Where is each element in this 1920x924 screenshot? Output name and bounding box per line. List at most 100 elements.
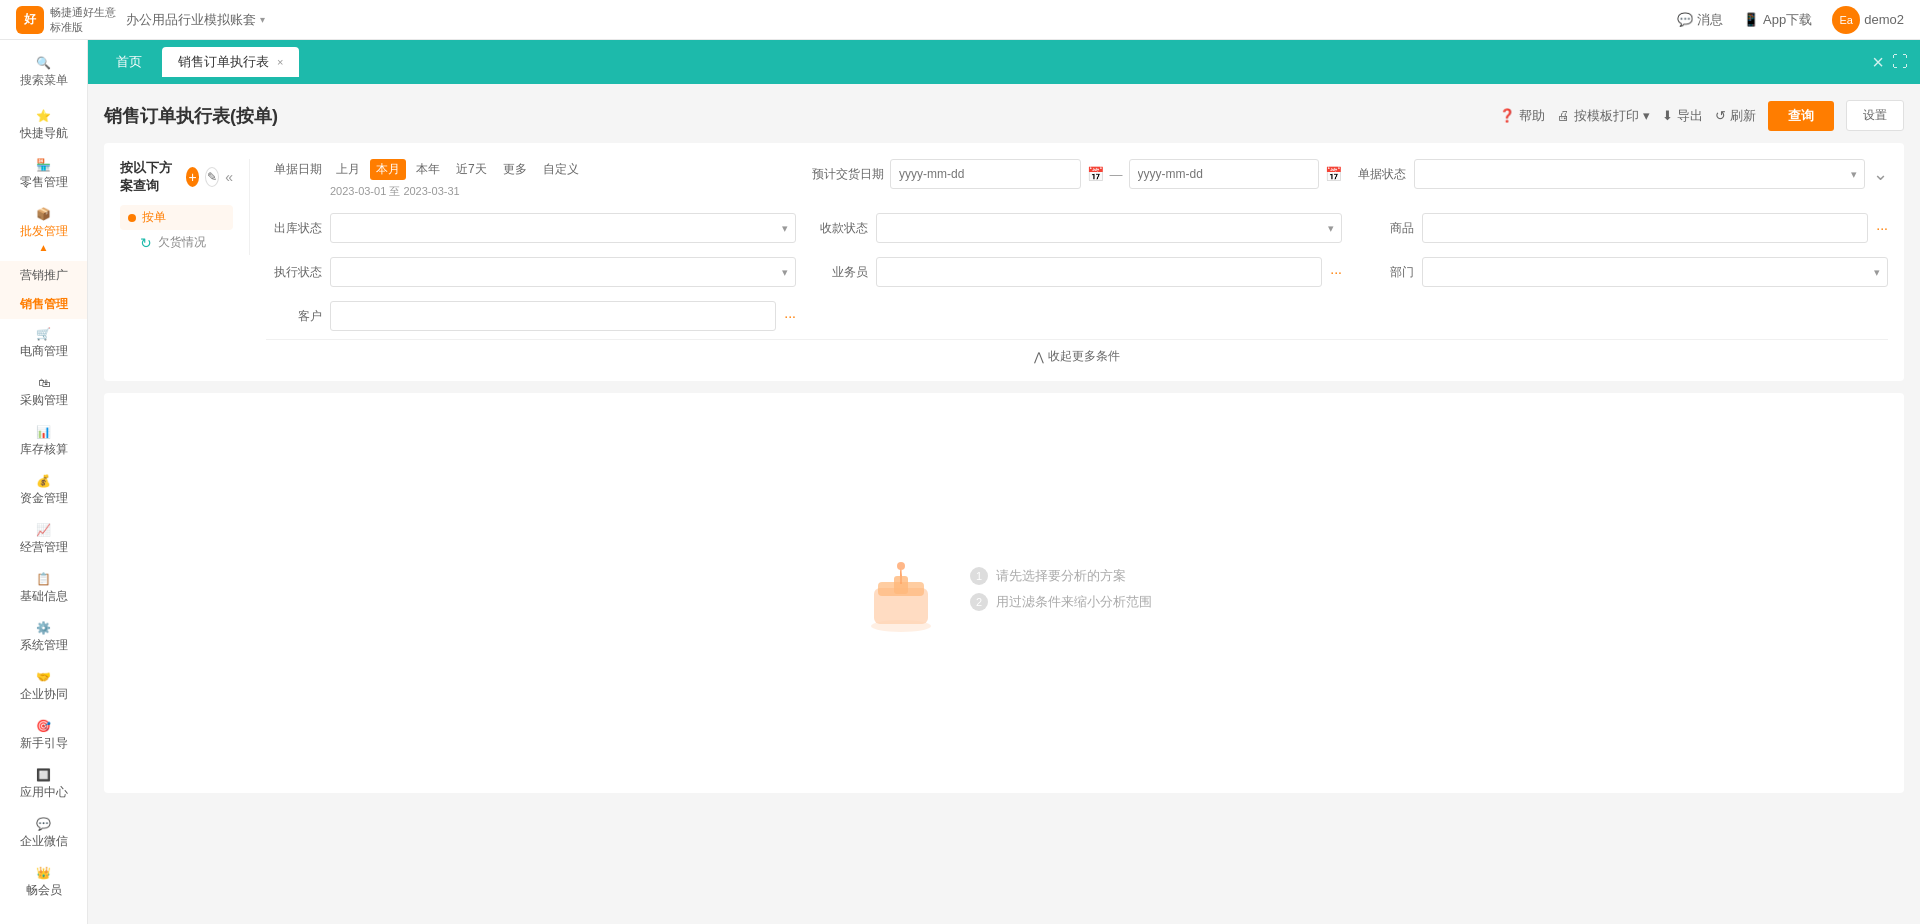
department-select[interactable] (1422, 257, 1888, 287)
breadcrumb-selector[interactable]: 办公用品行业模拟账套 ▾ (126, 11, 265, 29)
operations-icon: 📈 (36, 523, 51, 537)
ecommerce-icon: 🛒 (36, 327, 51, 341)
search-icon: 🔍 (36, 56, 51, 70)
empty-steps: 1 请先选择要分析的方案 2 用过滤条件来缩小分析范围 (970, 567, 1152, 619)
collapse-scheme-btn[interactable]: « (225, 169, 233, 185)
sidebar-item-system[interactable]: ⚙️ 系统管理 (0, 613, 87, 662)
sidebar-item-finance[interactable]: 💰 资金管理 (0, 466, 87, 515)
sidebar-item-retail[interactable]: 🏪 零售管理 (0, 150, 87, 199)
refresh-icon: ↺ (1715, 108, 1726, 123)
empty-step-1: 1 请先选择要分析的方案 (970, 567, 1152, 585)
export-icon: ⬇ (1662, 108, 1673, 123)
cooperation-icon: 🤝 (36, 670, 51, 684)
delivery-status-field: 出库状态 (266, 213, 796, 243)
tab-close-icon[interactable]: × (277, 56, 283, 68)
sidebar-item-inventory[interactable]: 📊 库存核算 (0, 417, 87, 466)
date-opt-更多[interactable]: 更多 (497, 159, 533, 180)
status-expand-icon[interactable]: ⌄ (1873, 163, 1888, 185)
search-menu-btn[interactable]: 🔍 搜索菜单 (8, 50, 79, 95)
sub-icon: ↻ (140, 235, 152, 251)
date-opt-本年[interactable]: 本年 (410, 159, 446, 180)
wholesale-sub-items: 营销推广 销售管理 (0, 261, 87, 319)
collapse-btn[interactable]: ⋀ 收起更多条件 (1034, 348, 1120, 365)
wechat-icon: 💬 (36, 817, 51, 831)
salesperson-input[interactable] (876, 257, 1322, 287)
sidebar-item-basic-info[interactable]: 📋 基础信息 (0, 564, 87, 613)
scheme-tree: 按以下方案查询 + ✎ « 按单 ↻ 欠货情况 (120, 159, 250, 255)
delivery-status-select[interactable] (330, 213, 796, 243)
breadcrumb-arrow: ▾ (260, 14, 265, 25)
tab-home[interactable]: 首页 (100, 47, 158, 77)
sidebar-item-cooperation[interactable]: 🤝 企业协同 (0, 662, 87, 711)
sidebar-item-newbie[interactable]: 🎯 新手引导 (0, 711, 87, 760)
payment-status-field: 收款状态 (812, 213, 1342, 243)
exec-status-select[interactable] (330, 257, 796, 287)
date-sep: — (1110, 167, 1123, 182)
add-scheme-btn[interactable]: + (186, 167, 199, 187)
date-from-icon[interactable]: 📅 (1087, 166, 1104, 182)
top-bar-right: 💬 消息 📱 App下载 Ea demo2 (1677, 6, 1904, 34)
logo-text: 畅捷通好生意 标准版 (50, 5, 116, 34)
empty-container: 1 请先选择要分析的方案 2 用过滤条件来缩小分析范围 (104, 393, 1904, 793)
filter-row-3: 执行状态 业务员 ··· (266, 257, 1888, 287)
customer-more-icon[interactable]: ··· (784, 308, 796, 324)
finance-icon: 💰 (36, 474, 51, 488)
collapse-up-icon: ⋀ (1034, 350, 1044, 364)
sidebar-item-wechat[interactable]: 💬 企业微信 (0, 809, 87, 858)
download-icon: 📱 (1743, 12, 1759, 27)
minimize-icon[interactable]: × (1872, 51, 1884, 74)
sidebar-item-marketing[interactable]: 营销推广 (0, 261, 87, 290)
scheme-item-按单[interactable]: 按单 (120, 205, 233, 230)
salesperson-more-icon[interactable]: ··· (1330, 264, 1342, 280)
product-input[interactable] (1422, 213, 1868, 243)
help-icon: ❓ (1499, 108, 1515, 123)
page-header: 销售订单执行表(按单) ❓ 帮助 🖨 按模板打印 ▾ ⬇ 导出 (104, 100, 1904, 131)
export-btn[interactable]: ⬇ 导出 (1662, 107, 1703, 125)
system-icon: ⚙️ (36, 621, 51, 635)
customer-input[interactable] (330, 301, 776, 331)
refresh-btn[interactable]: ↺ 刷新 (1715, 107, 1756, 125)
product-more-icon[interactable]: ··· (1876, 220, 1888, 236)
apps-icon: 🔲 (36, 768, 51, 782)
date-opt-上月[interactable]: 上月 (330, 159, 366, 180)
sidebar-item-purchase[interactable]: 🛍 采购管理 (0, 368, 87, 417)
print-btn[interactable]: 🖨 按模板打印 ▾ (1557, 107, 1650, 125)
member-icon: 👑 (36, 866, 51, 880)
date-opt-近7天[interactable]: 近7天 (450, 159, 493, 180)
date-options: 上月 本月 本年 近7天 更多 自定义 (330, 159, 585, 180)
sidebar-item-ecommerce[interactable]: 🛒 电商管理 (0, 319, 87, 368)
date-opt-自定义[interactable]: 自定义 (537, 159, 585, 180)
maximize-icon[interactable]: ⛶ (1892, 53, 1908, 71)
logo-icon: 好 (16, 6, 44, 34)
sidebar-item-quick-nav[interactable]: ⭐ 快捷导航 (0, 101, 87, 150)
sidebar-item-apps[interactable]: 🔲 应用中心 (0, 760, 87, 809)
filter-row-1: 单据日期 上月 本月 本年 近7天 更多 自定义 (266, 159, 1888, 199)
edit-scheme-btn[interactable]: ✎ (205, 167, 219, 187)
settings-btn[interactable]: 设置 (1846, 100, 1904, 131)
main-layout: 🔍 搜索菜单 ⭐ 快捷导航 🏪 零售管理 📦 批发管理 ▲ 营销推广 销售管理 (0, 40, 1920, 924)
avatar: Ea (1832, 6, 1860, 34)
message-icon: 💬 (1677, 12, 1693, 27)
sidebar-item-wholesale[interactable]: 📦 批发管理 ▲ (0, 199, 87, 261)
payment-status-select[interactable] (876, 213, 1342, 243)
scheme-item-欠货情况[interactable]: ↻ 欠货情况 (120, 230, 233, 255)
date-opt-本月[interactable]: 本月 (370, 159, 406, 180)
user-menu[interactable]: Ea demo2 (1832, 6, 1904, 34)
exec-status-field: 执行状态 (266, 257, 796, 287)
query-btn[interactable]: 查询 (1768, 101, 1834, 131)
app-download-btn[interactable]: 📱 App下载 (1743, 11, 1812, 29)
sidebar-item-member[interactable]: 👑 畅会员 (0, 858, 87, 907)
empty-box: 1 请先选择要分析的方案 2 用过滤条件来缩小分析范围 (856, 548, 1152, 638)
tab-bar: 首页 销售订单执行表 × × ⛶ (88, 40, 1920, 84)
sidebar-item-sales[interactable]: 销售管理 (0, 290, 87, 319)
sidebar-item-operations[interactable]: 📈 经营管理 (0, 515, 87, 564)
message-btn[interactable]: 💬 消息 (1677, 11, 1723, 29)
filter-rows: 单据日期 上月 本月 本年 近7天 更多 自定义 (266, 159, 1888, 365)
date-to-icon[interactable]: 📅 (1325, 166, 1342, 182)
tab-sales-exec[interactable]: 销售订单执行表 × (162, 47, 299, 77)
expected-date-from-input[interactable] (890, 159, 1081, 189)
expected-date-to-input[interactable] (1129, 159, 1320, 189)
step-1-num: 1 (970, 567, 988, 585)
help-btn[interactable]: ❓ 帮助 (1499, 107, 1545, 125)
status-select[interactable] (1414, 159, 1865, 189)
